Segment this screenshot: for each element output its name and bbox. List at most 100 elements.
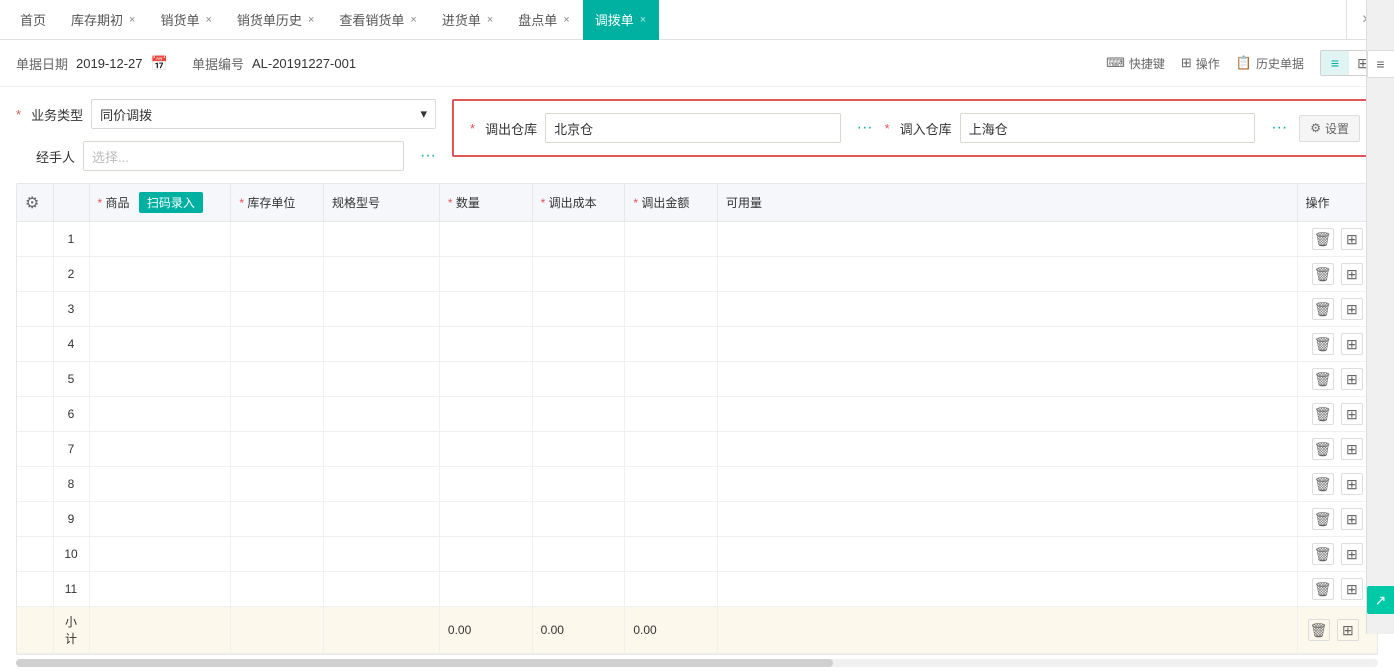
horizontal-scrollbar[interactable] (16, 659, 1378, 667)
copy-icon[interactable]: ⊞ (1341, 228, 1363, 250)
close-icon[interactable]: × (308, 14, 314, 26)
delete-icon[interactable]: 🗑 (1312, 298, 1334, 320)
row-product[interactable] (89, 362, 231, 397)
delete-icon[interactable]: 🗑 (1312, 508, 1334, 530)
row-unit[interactable] (231, 222, 324, 257)
delete-icon[interactable]: 🗑 (1312, 263, 1334, 285)
row-unit[interactable] (231, 327, 324, 362)
shortcut-button[interactable]: ⌨ 快捷键 (1106, 55, 1165, 72)
delete-icon[interactable]: 🗑 (1308, 619, 1330, 641)
row-cost[interactable] (532, 222, 625, 257)
tab-sales-history[interactable]: 销货单历史 × (225, 0, 327, 40)
delete-icon[interactable]: 🗑 (1312, 578, 1334, 600)
row-product[interactable] (89, 537, 231, 572)
row-amount[interactable] (625, 292, 718, 327)
row-product[interactable] (89, 222, 231, 257)
row-qty[interactable] (439, 292, 532, 327)
row-spec[interactable] (324, 397, 440, 432)
row-amount[interactable] (625, 572, 718, 607)
tab-sales-order[interactable]: 销货单 × (148, 0, 224, 40)
tab-stocktake[interactable]: 盘点单 × (506, 0, 582, 40)
delete-icon[interactable]: 🗑 (1312, 473, 1334, 495)
copy-icon[interactable]: ⊞ (1341, 298, 1363, 320)
settings-button[interactable]: ⚙ 设置 (1299, 115, 1360, 142)
row-unit[interactable] (231, 537, 324, 572)
list-view-btn[interactable]: ≡ (1321, 51, 1349, 75)
copy-icon[interactable]: ⊞ (1341, 473, 1363, 495)
row-amount[interactable] (625, 222, 718, 257)
copy-icon[interactable]: ⊞ (1341, 508, 1363, 530)
row-qty[interactable] (439, 397, 532, 432)
delete-icon[interactable]: 🗑 (1312, 543, 1334, 565)
calendar-icon[interactable]: 📅 (151, 55, 168, 72)
copy-icon[interactable]: ⊞ (1341, 543, 1363, 565)
close-icon[interactable]: × (563, 14, 569, 26)
delete-icon[interactable]: 🗑 (1312, 228, 1334, 250)
delete-icon[interactable]: 🗑 (1312, 333, 1334, 355)
row-cost[interactable] (532, 467, 625, 502)
row-product[interactable] (89, 292, 231, 327)
row-qty[interactable] (439, 467, 532, 502)
row-unit[interactable] (231, 467, 324, 502)
row-product[interactable] (89, 502, 231, 537)
row-spec[interactable] (324, 327, 440, 362)
row-amount[interactable] (625, 257, 718, 292)
row-product[interactable] (89, 397, 231, 432)
copy-icon[interactable]: ⊞ (1341, 333, 1363, 355)
copy-icon[interactable]: ⊞ (1341, 403, 1363, 425)
row-unit[interactable] (231, 572, 324, 607)
row-amount[interactable] (625, 362, 718, 397)
copy-icon[interactable]: ⊞ (1341, 438, 1363, 460)
row-spec[interactable] (324, 467, 440, 502)
agent-more-btn[interactable]: ··· (420, 147, 436, 165)
scan-input-btn[interactable]: 扫码录入 (139, 192, 203, 213)
tab-transfer[interactable]: 调拨单 × (583, 0, 659, 40)
transfer-in-input[interactable]: 上海仓 (960, 113, 1256, 143)
row-spec[interactable] (324, 537, 440, 572)
row-spec[interactable] (324, 362, 440, 397)
row-qty[interactable] (439, 572, 532, 607)
row-qty[interactable] (439, 502, 532, 537)
delete-icon[interactable]: 🗑 (1312, 403, 1334, 425)
row-spec[interactable] (324, 502, 440, 537)
row-qty[interactable] (439, 327, 532, 362)
row-product[interactable] (89, 257, 231, 292)
row-amount[interactable] (625, 537, 718, 572)
row-qty[interactable] (439, 222, 532, 257)
row-cost[interactable] (532, 327, 625, 362)
copy-icon[interactable]: ⊞ (1341, 368, 1363, 390)
row-spec[interactable] (324, 572, 440, 607)
row-spec[interactable] (324, 222, 440, 257)
row-qty[interactable] (439, 257, 532, 292)
row-cost[interactable] (532, 537, 625, 572)
close-icon[interactable]: × (205, 14, 211, 26)
row-cost[interactable] (532, 362, 625, 397)
delete-icon[interactable]: 🗑 (1312, 368, 1334, 390)
row-cost[interactable] (532, 572, 625, 607)
row-cost[interactable] (532, 397, 625, 432)
row-unit[interactable] (231, 362, 324, 397)
row-unit[interactable] (231, 257, 324, 292)
row-amount[interactable] (625, 432, 718, 467)
copy-icon[interactable]: ⊞ (1341, 263, 1363, 285)
row-unit[interactable] (231, 397, 324, 432)
row-product[interactable] (89, 327, 231, 362)
close-icon[interactable]: × (129, 14, 135, 26)
row-qty[interactable] (439, 537, 532, 572)
tab-purchase[interactable]: 进货单 × (430, 0, 506, 40)
row-amount[interactable] (625, 467, 718, 502)
row-amount[interactable] (625, 327, 718, 362)
row-product[interactable] (89, 572, 231, 607)
transfer-in-more-btn[interactable]: ··· (1271, 119, 1287, 137)
row-unit[interactable] (231, 432, 324, 467)
close-icon[interactable]: × (487, 14, 493, 26)
row-cost[interactable] (532, 292, 625, 327)
tab-inventory-init[interactable]: 库存期初 × (59, 0, 148, 40)
row-qty[interactable] (439, 362, 532, 397)
delete-icon[interactable]: 🗑 (1312, 438, 1334, 460)
row-cost[interactable] (532, 257, 625, 292)
tab-view-sales[interactable]: 查看销货单 × (327, 0, 429, 40)
operate-button[interactable]: ⊞ 操作 (1181, 55, 1220, 72)
row-product[interactable] (89, 467, 231, 502)
row-unit[interactable] (231, 292, 324, 327)
